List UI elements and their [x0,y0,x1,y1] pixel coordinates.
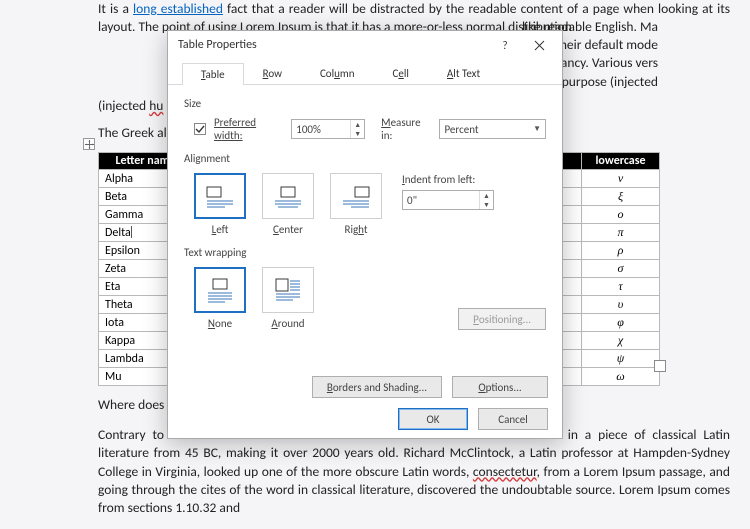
options-button[interactable]: Options... [452,376,548,398]
tab-alt-text[interactable]: Alt Text [428,62,499,84]
cell-lower[interactable]: φ [582,314,660,332]
dialog-tabs: Table Row Column Cell Alt Text [168,59,562,85]
tab-row[interactable]: Row [244,62,301,84]
spin-down-icon[interactable]: ▼ [351,129,364,138]
cell-lower[interactable]: ξ [582,188,660,206]
close-button[interactable] [522,33,556,57]
align-center-option[interactable]: Center [262,173,314,236]
wrap-none-option[interactable]: None [194,267,246,330]
positioning-button: Positioning... [458,308,546,330]
alignment-group-label: Alignment [184,152,546,165]
borders-shading-button[interactable]: Borders and Shading... [312,376,442,398]
preferred-width-input[interactable]: 100% ▲▼ [291,119,365,139]
cell-lower[interactable]: ν [582,170,660,188]
wrap-around-option[interactable]: Around [262,267,314,330]
spin-up-icon[interactable]: ▲ [351,120,364,129]
measure-in-select[interactable]: Percent▼ [439,119,546,139]
indent-from-left-label: Indent from left: [402,173,494,186]
dialog-title: Table Properties [178,38,488,52]
preferred-width-label: Preferred width: [214,116,283,142]
tab-cell[interactable]: Cell [374,62,428,84]
cell-lower[interactable]: ο [582,206,660,224]
preferred-width-checkbox[interactable] [194,123,206,135]
table-resize-handle[interactable] [654,360,666,372]
table-properties-dialog: Table Properties ? Table Row Column Cell… [167,30,563,439]
help-button[interactable]: ? [488,33,522,57]
col-header-lower: lowercase [582,153,660,170]
measure-in-label: Measure in: [381,116,431,142]
spin-down-icon[interactable]: ▼ [480,200,493,209]
align-right-option[interactable]: Right [330,173,382,236]
text-wrapping-group-label: Text wrapping [184,246,546,259]
cell-lower[interactable]: χ [582,332,660,350]
link-long-established[interactable]: long established [133,0,223,17]
spell-error-consectetur: consectetur [473,463,537,480]
cancel-button[interactable]: Cancel [478,408,548,430]
cell-lower[interactable]: π [582,224,660,242]
chevron-down-icon: ▼ [533,124,541,134]
tab-column[interactable]: Column [301,62,374,84]
cell-lower[interactable]: ρ [582,242,660,260]
cell-lower[interactable]: ψ [582,350,660,368]
dialog-titlebar[interactable]: Table Properties ? [168,31,562,59]
cell-lower[interactable]: υ [582,296,660,314]
cell-lower[interactable]: τ [582,278,660,296]
indent-from-left-input[interactable]: 0" ▲▼ [402,190,494,210]
size-group-label: Size [184,97,546,110]
cell-lower[interactable]: σ [582,260,660,278]
ok-button[interactable]: OK [398,408,468,430]
tab-table[interactable]: Table [182,63,244,85]
cell-lower[interactable]: ω [582,368,660,386]
spin-up-icon[interactable]: ▲ [480,191,493,200]
table-move-handle[interactable] [83,138,95,150]
align-left-option[interactable]: Left [194,173,246,236]
spell-error: hu [149,97,163,114]
